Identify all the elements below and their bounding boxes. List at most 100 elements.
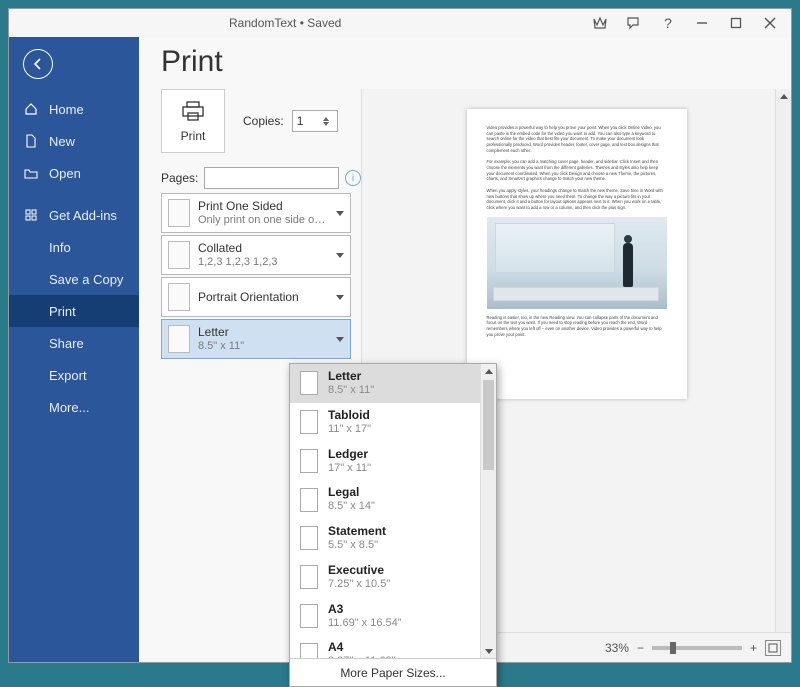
page-icon	[300, 488, 318, 512]
premium-icon[interactable]	[583, 11, 617, 35]
minimize-button[interactable]	[685, 11, 719, 35]
paper-dim: 17" x 11"	[328, 462, 371, 476]
paper-dim: 11" x 17"	[328, 423, 371, 437]
feedback-icon[interactable]	[617, 11, 651, 35]
sidebar-item-label: Home	[49, 102, 84, 117]
more-paper-sizes[interactable]: More Paper Sizes...	[290, 658, 496, 686]
paper-size-option[interactable]: A48.27" x 11.69"	[290, 635, 496, 658]
preview-page: Video provides a powerful way to help yo…	[467, 109, 687, 399]
zoom-percent: 33%	[605, 641, 629, 655]
paper-dim: 8.5" x 14"	[328, 500, 375, 514]
paper-icon	[168, 325, 190, 353]
copies-value: 1	[297, 114, 304, 128]
paper-name: A4	[328, 640, 396, 655]
dropdown-title: Print One Sided	[198, 199, 328, 213]
paper-size-dropdown[interactable]: Letter 8.5" x 11"	[161, 319, 351, 359]
sidebar-item-export[interactable]: Export	[9, 359, 139, 391]
scroll-thumb[interactable]	[483, 380, 494, 470]
sidebar-item-info[interactable]: Info	[9, 231, 139, 263]
scroll-down-button[interactable]	[481, 644, 496, 658]
sidebar-item-more[interactable]: More...	[9, 391, 139, 423]
app-window: RandomText • Saved ?	[8, 8, 792, 663]
print-main: Print Print Copies: 1	[139, 37, 791, 662]
chevron-down-icon	[336, 253, 344, 258]
collate-icon	[168, 241, 190, 269]
paper-size-option[interactable]: Legal8.5" x 14"	[290, 480, 496, 519]
zoom-slider[interactable]	[652, 646, 742, 650]
sidebar-item-label: Print	[49, 304, 76, 319]
popup-scrollbar[interactable]	[480, 364, 496, 658]
sidebar-item-label: Open	[49, 166, 81, 181]
chevron-down-icon	[336, 211, 344, 216]
paper-size-option[interactable]: Ledger17" x 11"	[290, 442, 496, 481]
page-icon	[300, 643, 318, 658]
zoom-out-button[interactable]: −	[637, 641, 644, 655]
home-icon	[23, 101, 39, 117]
paper-name: Ledger	[328, 447, 371, 462]
paper-name: Statement	[328, 524, 386, 539]
paper-name: Tabloid	[328, 408, 371, 423]
dropdown-title: Collated	[198, 241, 328, 255]
sidebar-item-new[interactable]: New	[9, 125, 139, 157]
paper-dim: 8.5" x 11"	[328, 384, 374, 398]
zoom-in-button[interactable]: +	[750, 641, 757, 655]
scroll-up-button[interactable]	[481, 364, 496, 378]
dropdown-sub: Only print on one side of…	[198, 214, 328, 227]
scroll-up-button[interactable]	[776, 89, 791, 103]
copies-input[interactable]: 1	[292, 110, 338, 132]
paper-size-option[interactable]: Letter8.5" x 11"	[290, 364, 496, 403]
chevron-down-icon	[336, 295, 344, 300]
paper-dim: 11.69" x 16.54"	[328, 617, 402, 631]
back-button[interactable]	[23, 49, 53, 79]
sidebar-item-addins[interactable]: Get Add-ins	[9, 199, 139, 231]
paper-size-option[interactable]: Executive7.25" x 10.5"	[290, 558, 496, 597]
info-icon[interactable]: i	[345, 170, 361, 186]
sidebar-item-saveacopy[interactable]: Save a Copy	[9, 263, 139, 295]
preview-scrollbar-vertical[interactable]	[775, 89, 791, 632]
sidebar-item-label: Share	[49, 336, 84, 351]
pages-label: Pages:	[161, 171, 198, 185]
page-icon	[300, 371, 318, 395]
sidebar-item-label: New	[49, 134, 75, 149]
backstage-body: Home New Open Get Add-ins Info Save a	[9, 37, 791, 662]
collate-dropdown[interactable]: Collated 1,2,3 1,2,3 1,2,3	[161, 235, 351, 275]
page-icon	[300, 526, 318, 550]
addins-icon	[23, 207, 39, 223]
paper-size-option[interactable]: Statement5.5" x 8.5"	[290, 519, 496, 558]
chevron-down-icon[interactable]	[323, 122, 329, 126]
close-button[interactable]	[753, 11, 787, 35]
doc-saved-status: Saved	[307, 16, 341, 30]
dropdown-title: Letter	[198, 325, 328, 339]
titlebar: RandomText • Saved ?	[9, 9, 791, 37]
paper-dim: 8.27" x 11.69"	[328, 655, 396, 658]
paper-size-list: Letter8.5" x 11"Tabloid11" x 17"Ledger17…	[290, 364, 496, 658]
copies-spinner[interactable]	[323, 117, 333, 126]
sidebar-item-home[interactable]: Home	[9, 93, 139, 125]
sidebar-item-share[interactable]: Share	[9, 327, 139, 359]
pages-input[interactable]	[204, 167, 339, 189]
paper-dim: 7.25" x 10.5"	[328, 578, 390, 592]
sides-dropdown[interactable]: Print One Sided Only print on one side o…	[161, 193, 351, 233]
copies-label: Copies:	[243, 114, 284, 128]
sidebar-item-print[interactable]: Print	[9, 295, 139, 327]
print-button[interactable]: Print	[161, 89, 225, 153]
page-icon	[300, 565, 318, 589]
portrait-icon	[168, 283, 190, 311]
paper-name: A3	[328, 602, 402, 617]
paper-size-option[interactable]: Tabloid11" x 17"	[290, 403, 496, 442]
sidebar-item-open[interactable]: Open	[9, 157, 139, 189]
dropdown-title: Portrait Orientation	[198, 290, 328, 304]
fit-to-window-button[interactable]	[765, 640, 781, 656]
orientation-dropdown[interactable]: Portrait Orientation	[161, 277, 351, 317]
sidebar-item-label: Get Add-ins	[49, 208, 117, 223]
printer-icon	[180, 100, 206, 125]
paper-dim: 5.5" x 8.5"	[328, 539, 386, 553]
sidebar-item-label: More...	[49, 400, 89, 415]
sidebar-item-label: Info	[49, 240, 71, 255]
paper-size-option[interactable]: A311.69" x 16.54"	[290, 597, 496, 636]
paper-size-popup: Letter8.5" x 11"Tabloid11" x 17"Ledger17…	[289, 363, 497, 687]
chevron-up-icon[interactable]	[323, 117, 329, 121]
maximize-button[interactable]	[719, 11, 753, 35]
backstage-sidebar: Home New Open Get Add-ins Info Save a	[9, 37, 139, 662]
help-icon[interactable]: ?	[651, 11, 685, 35]
